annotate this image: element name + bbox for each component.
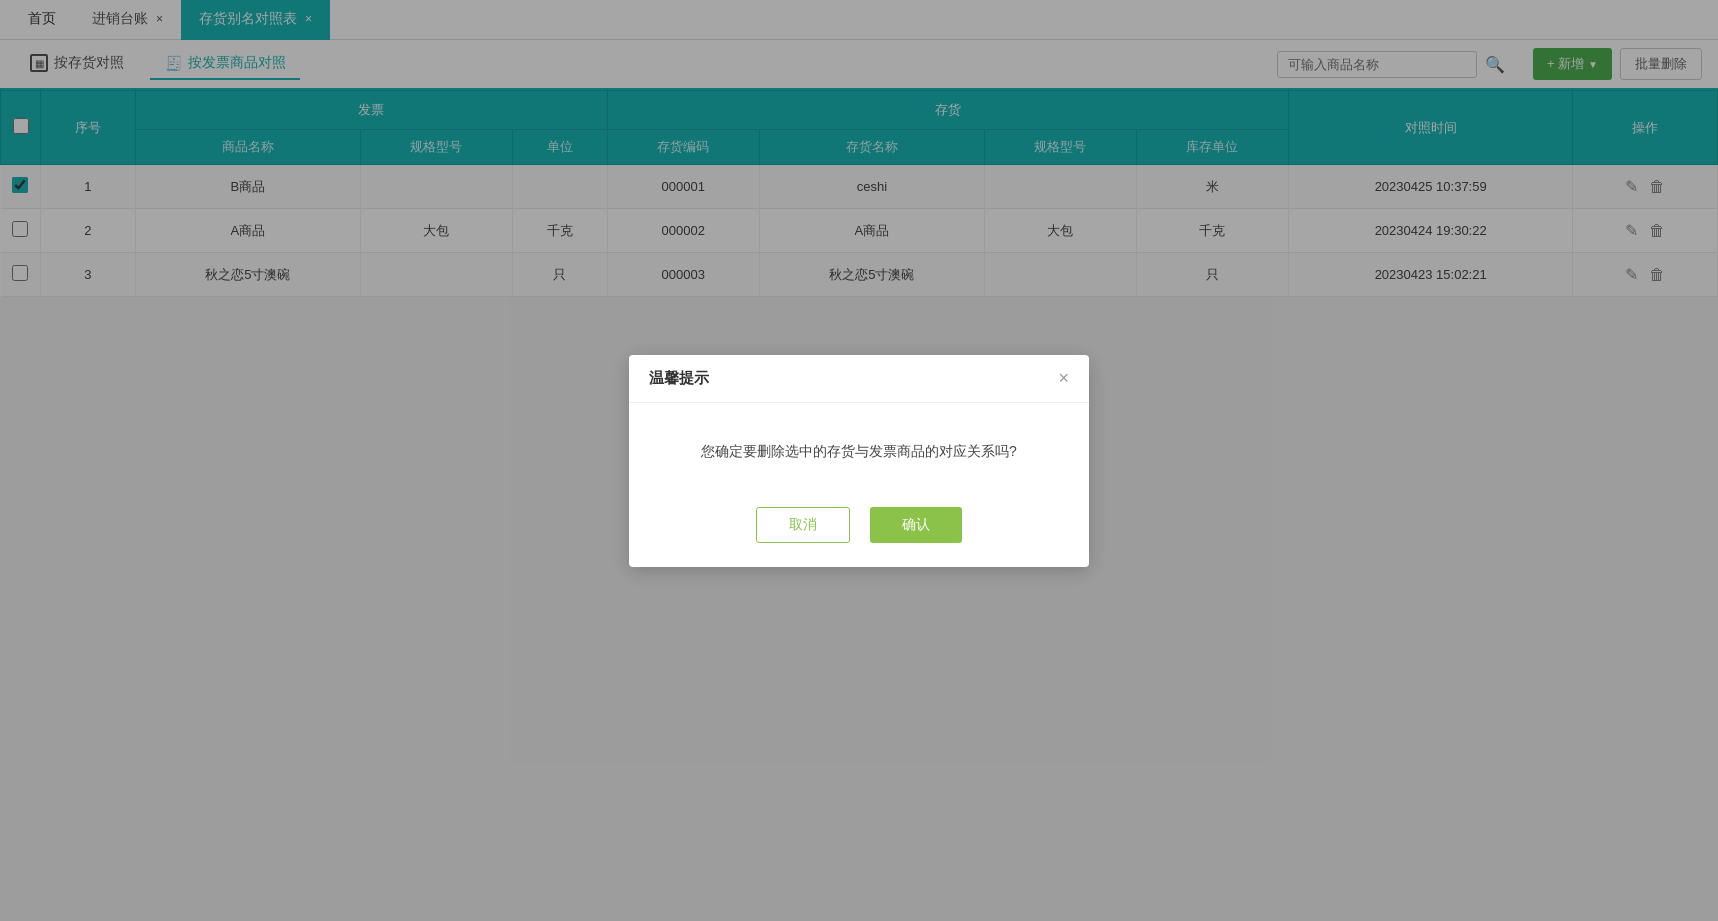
dialog-overlay: 温馨提示 × 您确定要删除选中的存货与发票商品的对应关系吗? 取消 确认 — [0, 0, 1718, 297]
